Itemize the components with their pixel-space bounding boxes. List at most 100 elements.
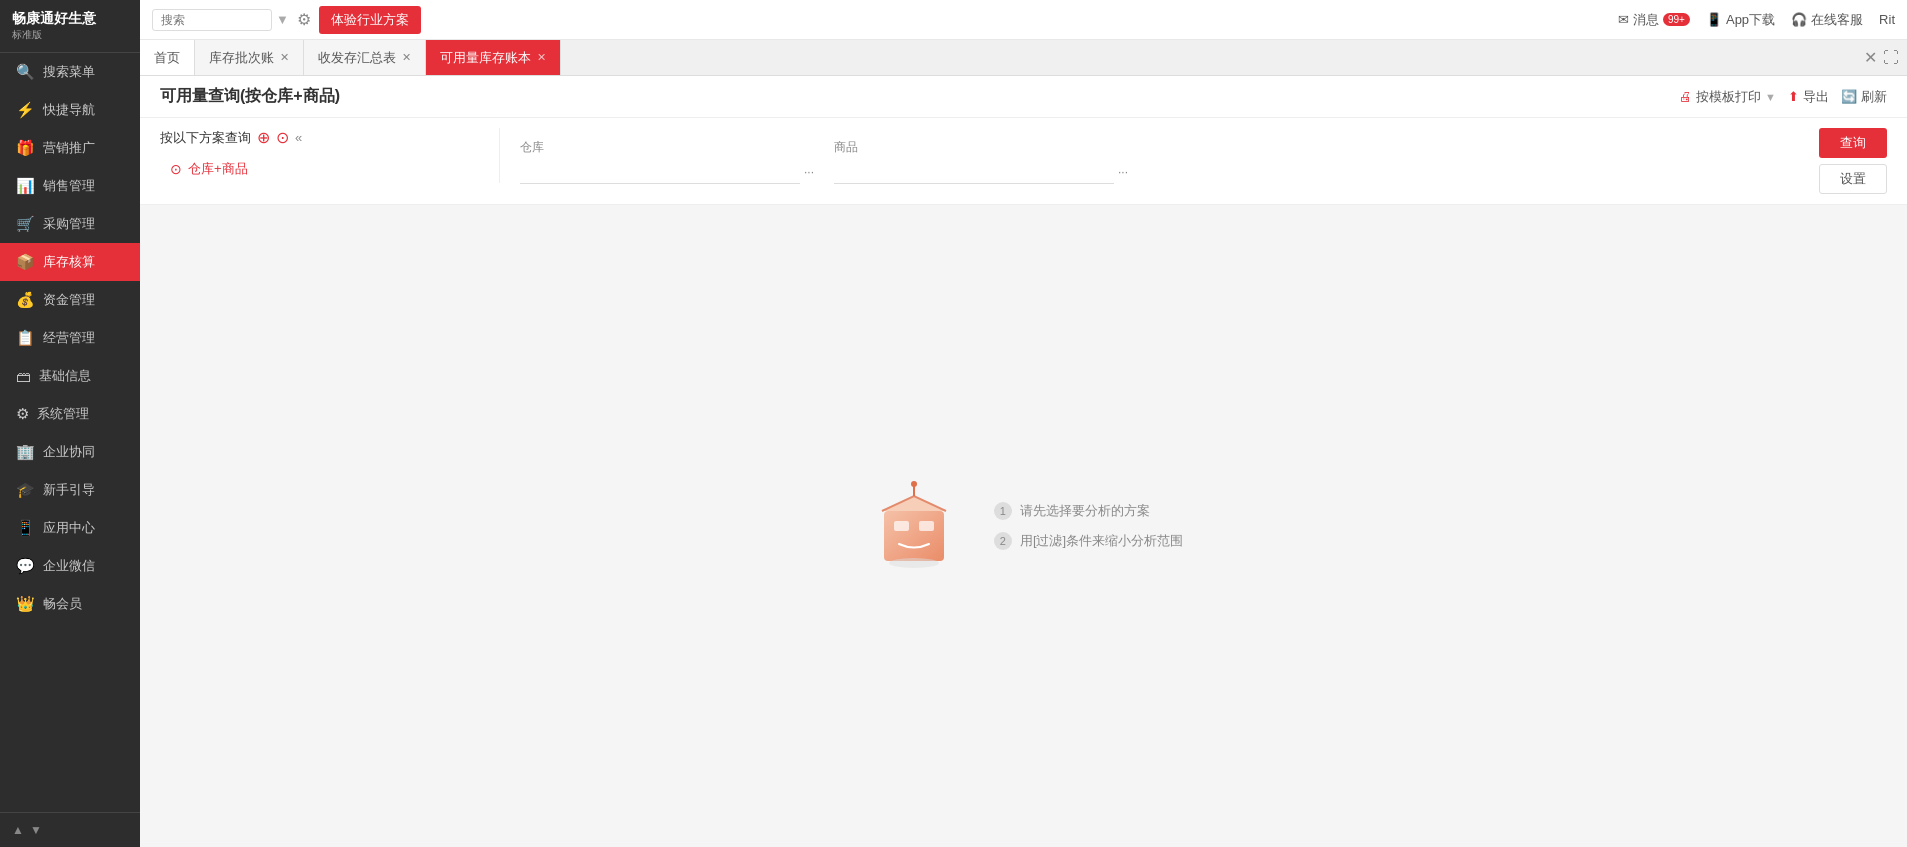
query-button[interactable]: 查询 (1819, 128, 1887, 158)
svg-rect-2 (919, 521, 934, 531)
scroll-up-icon[interactable]: ▲ (12, 823, 24, 837)
empty-tip-2: 2 用[过滤]条件来缩小分析范围 (994, 532, 1183, 550)
page-actions: 🖨 按模板打印 ▼ ⬆ 导出 🔄 刷新 (1679, 88, 1887, 106)
scheme-setting-icon[interactable]: ⊙ (276, 128, 289, 147)
sidebar-label-operation: 经营管理 (43, 329, 95, 347)
empty-state: 1 请先选择要分析的方案 2 用[过滤]条件来缩小分析范围 (140, 205, 1907, 847)
headset-icon: 🎧 (1791, 12, 1807, 27)
sidebar-label-finance: 资金管理 (43, 291, 95, 309)
sidebar-label-app_center: 应用中心 (43, 519, 95, 537)
sidebar-item-finance[interactable]: 💰 资金管理 (0, 281, 140, 319)
tab-summary-close[interactable]: ✕ (402, 51, 411, 64)
app-name: 畅康通好生意 (12, 10, 128, 28)
message-label: 消息 (1633, 11, 1659, 29)
sidebar-label-search: 搜索菜单 (43, 63, 95, 81)
sidebar-icon-finance: 💰 (16, 291, 35, 309)
product-label: 商品 (834, 139, 1128, 156)
product-more-icon[interactable]: ··· (1118, 165, 1128, 179)
sidebar-icon-inventory: 📦 (16, 253, 35, 271)
tab-available[interactable]: 可用量库存账本 ✕ (426, 40, 561, 75)
phone-icon: 📱 (1706, 12, 1722, 27)
tab-batch-close[interactable]: ✕ (280, 51, 289, 64)
sidebar-item-marketing[interactable]: 🎁 营销推广 (0, 129, 140, 167)
sidebar-label-newbie: 新手引导 (43, 481, 95, 499)
print-btn[interactable]: 🖨 按模板打印 ▼ (1679, 88, 1776, 106)
sidebar-item-shortcut[interactable]: ⚡ 快捷导航 (0, 91, 140, 129)
sidebar-item-basic[interactable]: 🗃 基础信息 (0, 357, 140, 395)
empty-tip-1: 1 请先选择要分析的方案 (994, 502, 1183, 520)
refresh-label: 刷新 (1861, 88, 1887, 106)
filter-actions: 查询 设置 (1819, 128, 1887, 194)
sidebar-icon-marketing: 🎁 (16, 139, 35, 157)
topbar-right: ✉ 消息 99+ 📱 App下载 🎧 在线客服 Rit (1618, 11, 1895, 29)
filter-product: 商品 ··· (834, 139, 1128, 184)
sidebar-label-purchase: 采购管理 (43, 215, 95, 233)
page-header: 可用量查询(按仓库+商品) 🖨 按模板打印 ▼ ⬆ 导出 🔄 刷新 (140, 76, 1907, 118)
dropdown-icon[interactable]: ▼ (276, 12, 289, 27)
sidebar-label-system: 系统管理 (37, 405, 89, 423)
warehouse-label: 仓库 (520, 139, 814, 156)
tab-batch[interactable]: 库存批次账 ✕ (195, 40, 304, 75)
message-icon: ✉ (1618, 12, 1629, 27)
app-version: 标准版 (12, 28, 128, 42)
sidebar-label-shortcut: 快捷导航 (43, 101, 95, 119)
sidebar-label-marketing: 营销推广 (43, 139, 95, 157)
tab-home-label: 首页 (154, 49, 180, 67)
collapse-icon[interactable]: « (295, 130, 302, 145)
sidebar-item-wechat[interactable]: 💬 企业微信 (0, 547, 140, 585)
tab-available-label: 可用量库存账本 (440, 49, 531, 67)
product-input[interactable] (834, 160, 1114, 184)
warehouse-more-icon[interactable]: ··· (804, 165, 814, 179)
sidebar-item-purchase[interactable]: 🛒 采购管理 (0, 205, 140, 243)
sidebar-item-enterprise[interactable]: 🏢 企业协同 (0, 433, 140, 471)
tabs-bar: 首页 库存批次账 ✕ 收发存汇总表 ✕ 可用量库存账本 ✕ ✕ ⛶ (140, 40, 1907, 76)
step-2-circle: 2 (994, 532, 1012, 550)
message-btn[interactable]: ✉ 消息 99+ (1618, 11, 1690, 29)
tab-summary[interactable]: 收发存汇总表 ✕ (304, 40, 426, 75)
refresh-btn[interactable]: 🔄 刷新 (1841, 88, 1887, 106)
filter-label-text: 按以下方案查询 (160, 129, 251, 147)
filter-warehouse: 仓库 ··· (520, 139, 814, 184)
industry-btn[interactable]: 体验行业方案 (319, 6, 421, 34)
refresh-icon: 🔄 (1841, 89, 1857, 104)
export-label: 导出 (1803, 88, 1829, 106)
add-scheme-icon[interactable]: ⊕ (257, 128, 270, 147)
user-info[interactable]: Rit (1879, 12, 1895, 27)
svg-point-4 (911, 481, 917, 487)
sidebar-item-sales[interactable]: 📊 销售管理 (0, 167, 140, 205)
tab-available-close[interactable]: ✕ (537, 51, 546, 64)
main-area: ▼ ⚙ 体验行业方案 ✉ 消息 99+ 📱 App下载 🎧 在线客服 Rit (140, 0, 1907, 847)
service-label: 在线客服 (1811, 11, 1863, 29)
page-content: 可用量查询(按仓库+商品) 🖨 按模板打印 ▼ ⬆ 导出 🔄 刷新 (140, 76, 1907, 847)
search-input[interactable] (152, 9, 272, 31)
sidebar-item-app_center[interactable]: 📱 应用中心 (0, 509, 140, 547)
app-download-btn[interactable]: 📱 App下载 (1706, 11, 1775, 29)
warehouse-input[interactable] (520, 160, 800, 184)
scheme-name: 仓库+商品 (188, 160, 248, 178)
setting-button[interactable]: 设置 (1819, 164, 1887, 194)
sidebar-label-wechat: 企业微信 (43, 557, 95, 575)
tab-summary-label: 收发存汇总表 (318, 49, 396, 67)
sidebar-item-system[interactable]: ⚙ 系统管理 (0, 395, 140, 433)
sidebar-item-search[interactable]: 🔍 搜索菜单 (0, 53, 140, 91)
sidebar-item-newbie[interactable]: 🎓 新手引导 (0, 471, 140, 509)
sidebar-icon-member: 👑 (16, 595, 35, 613)
export-icon: ⬆ (1788, 89, 1799, 104)
sidebar-item-inventory[interactable]: 📦 库存核算 (0, 243, 140, 281)
sidebar-label-enterprise: 企业协同 (43, 443, 95, 461)
scroll-down-icon[interactable]: ▼ (30, 823, 42, 837)
scheme-icon: ⊙ (170, 161, 182, 177)
close-all-icon[interactable]: ✕ (1864, 48, 1877, 67)
tab-home[interactable]: 首页 (140, 40, 195, 75)
print-dropdown-icon[interactable]: ▼ (1765, 91, 1776, 103)
online-service-btn[interactable]: 🎧 在线客服 (1791, 11, 1863, 29)
scheme-item[interactable]: ⊙ 仓库+商品 (160, 155, 489, 183)
empty-tip-2-text: 用[过滤]条件来缩小分析范围 (1020, 532, 1183, 550)
sidebar-label-inventory: 库存核算 (43, 253, 95, 271)
gear-icon[interactable]: ⚙ (297, 10, 311, 29)
topbar-search: ▼ (152, 9, 289, 31)
fullscreen-icon[interactable]: ⛶ (1883, 49, 1899, 67)
sidebar-item-member[interactable]: 👑 畅会员 (0, 585, 140, 623)
export-btn[interactable]: ⬆ 导出 (1788, 88, 1829, 106)
sidebar-item-operation[interactable]: 📋 经营管理 (0, 319, 140, 357)
